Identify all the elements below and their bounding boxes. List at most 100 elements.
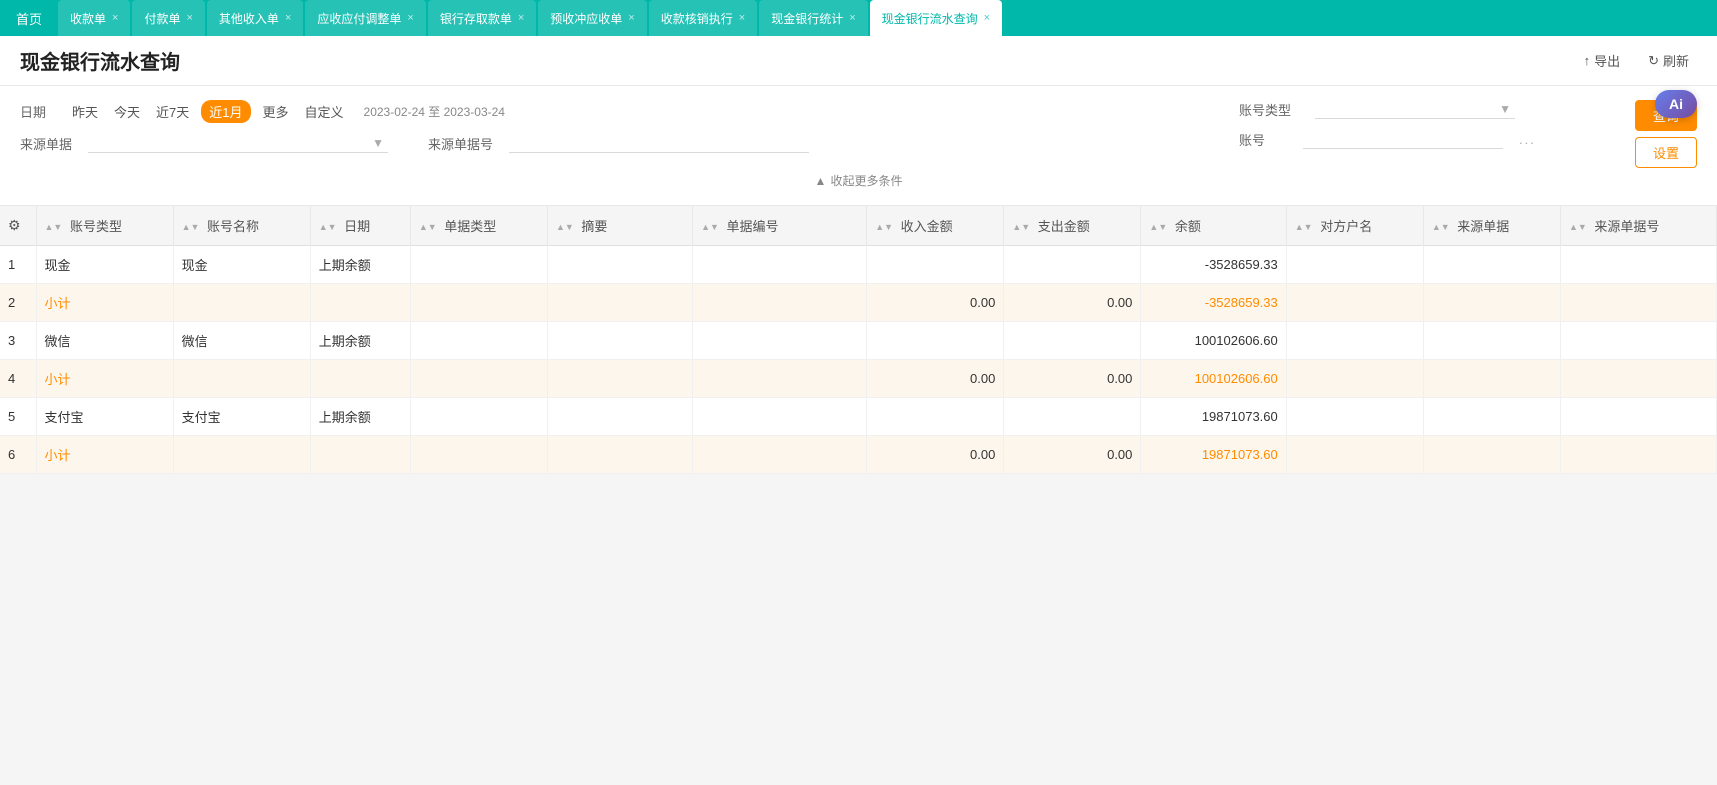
cell-doc-type	[410, 322, 547, 360]
nav-tab-1[interactable]: 付款单 ×	[132, 0, 204, 36]
acct-dots[interactable]: ...	[1519, 132, 1536, 147]
cell-source-doc	[1423, 246, 1560, 284]
cell-summary	[547, 246, 692, 284]
cell-counterpart	[1286, 322, 1423, 360]
cell-acct-type: 支付宝	[36, 398, 173, 436]
cell-income: 0.00	[867, 284, 1004, 322]
near1m-btn[interactable]: 近1月	[201, 100, 250, 123]
sort-acct-type-icon[interactable]: ▲▼	[45, 223, 63, 232]
th-source-doc-no: ▲▼ 来源单据号	[1560, 206, 1716, 246]
gear-icon[interactable]: ⚙	[8, 217, 21, 233]
cell-balance: 100102606.60	[1141, 322, 1286, 360]
cell-source-doc-no	[1560, 284, 1716, 322]
sort-date-icon[interactable]: ▲▼	[319, 223, 337, 232]
refresh-button[interactable]: ↻ 刷新	[1640, 47, 1697, 74]
sort-doc-type-icon[interactable]: ▲▼	[419, 223, 437, 232]
source-doc-no-input[interactable]	[509, 133, 809, 153]
source-doc-select[interactable]: ▼	[88, 134, 388, 153]
table-row[interactable]: 5支付宝支付宝上期余额19871073.60	[0, 398, 1717, 436]
close-tab-6-icon[interactable]: ×	[739, 12, 745, 24]
sort-summary-icon[interactable]: ▲▼	[556, 223, 574, 232]
nav-tab-3[interactable]: 应收应付调整单 ×	[305, 0, 425, 36]
cell-counterpart	[1286, 246, 1423, 284]
close-tab-1-icon[interactable]: ×	[186, 12, 192, 24]
close-tab-5-icon[interactable]: ×	[628, 12, 634, 24]
cell-source-doc	[1423, 436, 1560, 474]
close-tab-3-icon[interactable]: ×	[407, 12, 413, 24]
cell-acct-type: 小计	[36, 284, 173, 322]
table-row[interactable]: 1现金现金上期余额-3528659.33	[0, 246, 1717, 284]
filter-area: 日期 昨天 今天 近7天 近1月 更多 自定义 2023-02-24 至 202…	[0, 86, 1717, 206]
collapse-label: 收起更多条件	[830, 172, 902, 189]
table-row[interactable]: 4小计0.000.00100102606.60	[0, 360, 1717, 398]
nav-tab-7[interactable]: 现金银行统计 ×	[759, 0, 867, 36]
cell-date	[310, 360, 410, 398]
cell-source-doc	[1423, 322, 1560, 360]
acct-input[interactable]	[1303, 129, 1503, 149]
page-title: 现金银行流水查询	[20, 46, 180, 75]
table-row[interactable]: 6小计0.000.0019871073.60	[0, 436, 1717, 474]
custom-btn[interactable]: 自定义	[301, 100, 348, 123]
th-doc-no: ▲▼ 单据编号	[693, 206, 867, 246]
close-tab-8-icon[interactable]: ×	[984, 12, 990, 24]
sort-counterpart-icon[interactable]: ▲▼	[1295, 223, 1313, 232]
cell-counterpart	[1286, 284, 1423, 322]
nav-tab-8[interactable]: 现金银行流水查询 ×	[870, 0, 1002, 36]
acct-type-select[interactable]: ▼	[1315, 100, 1515, 119]
row-no: 4	[0, 360, 36, 398]
close-tab-2-icon[interactable]: ×	[285, 12, 291, 24]
th-expense: ▲▼ 支出金额	[1004, 206, 1141, 246]
cell-source-doc	[1423, 398, 1560, 436]
row-no: 6	[0, 436, 36, 474]
settings-button[interactable]: 设置	[1635, 137, 1697, 168]
cell-acct-name: 微信	[173, 322, 310, 360]
collapse-bar[interactable]: ▲ 收起更多条件	[20, 168, 1697, 197]
th-balance: ▲▼ 余额	[1141, 206, 1286, 246]
row-no: 3	[0, 322, 36, 360]
nav-tab-4[interactable]: 银行存取款单 ×	[428, 0, 536, 36]
cell-acct-type: 小计	[36, 436, 173, 474]
export-button[interactable]: ↑ 导出	[1576, 47, 1629, 74]
source-doc-label: 来源单据	[20, 134, 72, 153]
sort-source-doc-no-icon[interactable]: ▲▼	[1569, 223, 1587, 232]
more-btn[interactable]: 更多	[259, 100, 293, 123]
cell-income: 0.00	[867, 436, 1004, 474]
nav-tab-5[interactable]: 预收冲应收单 ×	[538, 0, 646, 36]
yesterday-btn[interactable]: 昨天	[68, 100, 102, 123]
close-tab-4-icon[interactable]: ×	[518, 12, 524, 24]
cell-doc-no	[693, 284, 867, 322]
sort-balance-icon[interactable]: ▲▼	[1149, 223, 1167, 232]
refresh-icon: ↻	[1648, 53, 1659, 69]
nav-tab-2[interactable]: 其他收入单 ×	[207, 0, 303, 36]
sort-acct-name-icon[interactable]: ▲▼	[182, 223, 200, 232]
th-doc-type: ▲▼ 单据类型	[410, 206, 547, 246]
near7-btn[interactable]: 近7天	[152, 100, 193, 123]
nav-home[interactable]: 首页	[0, 0, 58, 36]
cell-date	[310, 284, 410, 322]
cell-summary	[547, 284, 692, 322]
cell-income: 0.00	[867, 360, 1004, 398]
close-tab-7-icon[interactable]: ×	[849, 12, 855, 24]
cell-doc-type	[410, 436, 547, 474]
source-doc-no-label: 来源单据号	[428, 134, 493, 153]
sort-expense-icon[interactable]: ▲▼	[1012, 223, 1030, 232]
table-row[interactable]: 3微信微信上期余额100102606.60	[0, 322, 1717, 360]
sort-doc-no-icon[interactable]: ▲▼	[701, 223, 719, 232]
th-income: ▲▼ 收入金额	[867, 206, 1004, 246]
cell-doc-type	[410, 398, 547, 436]
sort-income-icon[interactable]: ▲▼	[875, 223, 893, 232]
cell-source-doc-no	[1560, 322, 1716, 360]
table-row[interactable]: 2小计0.000.00-3528659.33	[0, 284, 1717, 322]
nav-tab-6[interactable]: 收款核销执行 ×	[649, 0, 757, 36]
date-range-display: 2023-02-24 至 2023-03-24	[364, 103, 505, 120]
sort-source-doc-icon[interactable]: ▲▼	[1432, 223, 1450, 232]
cell-source-doc-no	[1560, 398, 1716, 436]
close-tab-0-icon[interactable]: ×	[112, 12, 118, 24]
ai-badge[interactable]: Ai	[1655, 90, 1697, 118]
nav-tab-0[interactable]: 收款单 ×	[58, 0, 130, 36]
today-btn[interactable]: 今天	[110, 100, 144, 123]
th-date: ▲▼ 日期	[310, 206, 410, 246]
cell-balance: -3528659.33	[1141, 284, 1286, 322]
cell-expense	[1004, 322, 1141, 360]
cell-counterpart	[1286, 360, 1423, 398]
